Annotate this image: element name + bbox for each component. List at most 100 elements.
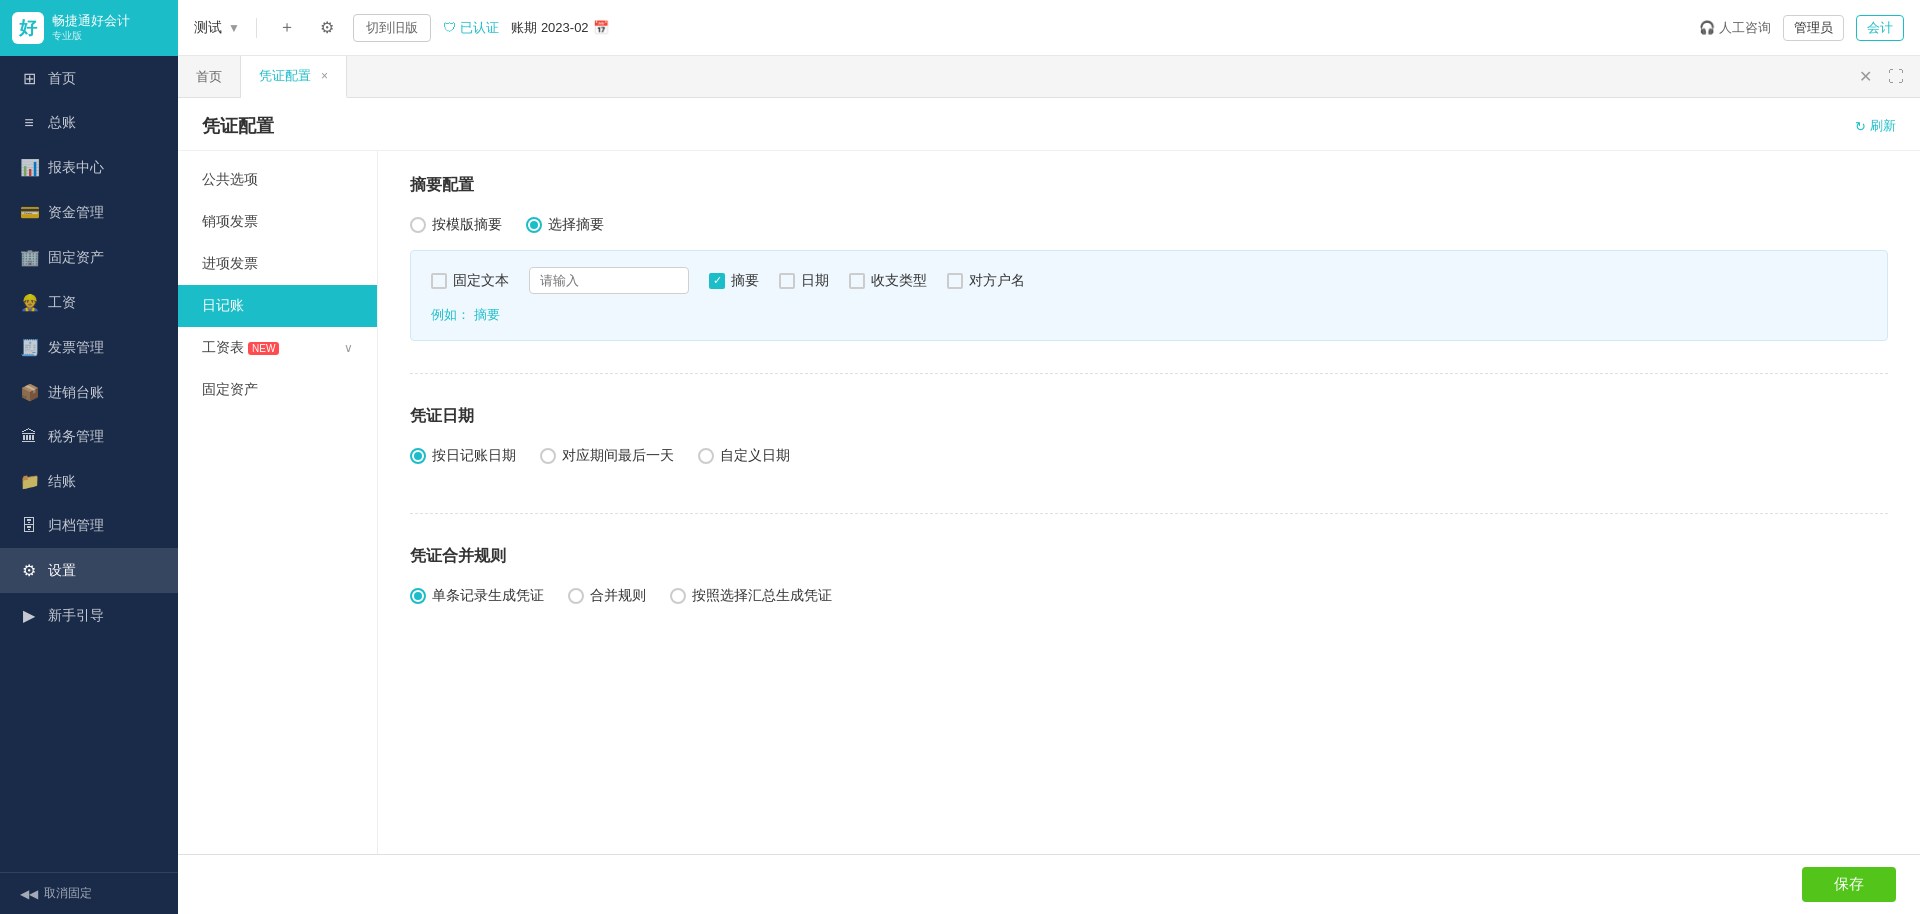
funds-icon: 💳 — [20, 203, 38, 222]
closing-icon: 📁 — [20, 472, 38, 491]
summary-section-title: 摘要配置 — [410, 175, 1888, 196]
sidebar-item-ledger[interactable]: ≡ 总账 — [0, 101, 178, 145]
sidebar-label-reports: 报表中心 — [48, 159, 104, 177]
radio-merge-rule[interactable]: 合并规则 — [568, 587, 646, 605]
left-nav-payroll[interactable]: 工资表 NEW ∨ — [178, 327, 377, 369]
certified-status: 🛡 已认证 — [443, 19, 499, 37]
sidebar-item-home[interactable]: ⊞ 首页 — [0, 56, 178, 101]
merge-radio-group: 单条记录生成凭证 合并规则 按照选择汇总生成凭证 — [410, 587, 1888, 605]
sidebar-item-archive[interactable]: 🗄 归档管理 — [0, 504, 178, 548]
page-title: 凭证配置 — [202, 114, 274, 138]
sidebar-label-invoice-mgmt: 发票管理 — [48, 339, 104, 357]
sidebar-label-archive: 归档管理 — [48, 517, 104, 535]
date-checkbox-label: 日期 — [801, 272, 829, 290]
left-nav-fixed-assets[interactable]: 固定资产 — [178, 369, 377, 411]
archive-icon: 🗄 — [20, 517, 38, 535]
sidebar-item-funds[interactable]: 💳 资金管理 — [0, 190, 178, 235]
left-nav-sales[interactable]: 销项发票 — [178, 201, 377, 243]
sidebar-label-ledger: 总账 — [48, 114, 76, 132]
sidebar-label-tax: 税务管理 — [48, 428, 104, 446]
radio-custom-date[interactable]: 自定义日期 — [698, 447, 790, 465]
left-nav-purchase[interactable]: 进项发票 — [178, 243, 377, 285]
left-nav-payroll-label: 工资表 — [202, 339, 244, 357]
calendar-icon[interactable]: 📅 — [593, 20, 609, 35]
company-dropdown-icon: ▼ — [228, 21, 240, 35]
radio-select-merge-label: 按照选择汇总生成凭证 — [692, 587, 832, 605]
date-section-title: 凭证日期 — [410, 406, 1888, 427]
company-name: 测试 — [194, 19, 222, 37]
main-area: 测试 ▼ ＋ ⚙ 切到旧版 🛡 已认证 账期 2023-02 📅 🎧 人工咨询 … — [178, 0, 1920, 914]
radio-journal-date[interactable]: 按日记账日期 — [410, 447, 516, 465]
tab-home[interactable]: 首页 — [178, 56, 241, 98]
support-button[interactable]: 🎧 人工咨询 — [1699, 19, 1771, 37]
refresh-label: 刷新 — [1870, 117, 1896, 135]
summary-options-box: 固定文本 ✓ 摘要 日期 — [410, 250, 1888, 341]
income-type-label: 收支类型 — [871, 272, 927, 290]
radio-single-record-circle — [410, 588, 426, 604]
sidebar-item-tax[interactable]: 🏛 税务管理 — [0, 415, 178, 459]
fullscreen-button[interactable]: ⛶ — [1884, 64, 1908, 90]
sales-ledger-icon: 📦 — [20, 383, 38, 402]
sidebar-item-settings[interactable]: ⚙ 设置 — [0, 548, 178, 593]
right-content: 摘要配置 按模版摘要 选择摘要 — [378, 151, 1920, 854]
radio-template-circle — [410, 217, 426, 233]
radio-select-merge[interactable]: 按照选择汇总生成凭证 — [670, 587, 832, 605]
close-window-button[interactable]: ✕ — [1855, 63, 1876, 90]
left-nav-fixed-assets-label: 固定资产 — [202, 381, 258, 397]
left-nav-public-label: 公共选项 — [202, 171, 258, 187]
settings-gear-button[interactable]: ⚙ — [313, 14, 341, 42]
left-nav-public[interactable]: 公共选项 — [178, 159, 377, 201]
sidebar: 好 畅捷通好会计 专业版 ⊞ 首页 ≡ 总账 📊 报表中心 💳 资金管理 🏢 固… — [0, 0, 178, 914]
radio-single-record[interactable]: 单条记录生成凭证 — [410, 587, 544, 605]
admin-tag[interactable]: 管理员 — [1783, 15, 1844, 41]
content-body: 公共选项 销项发票 进项发票 日记账 工资表 NEW ∨ 固定资产 — [178, 151, 1920, 854]
payroll-icon: 👷 — [20, 293, 38, 312]
sidebar-item-sales-ledger[interactable]: 📦 进销台账 — [0, 370, 178, 415]
summary-checkbox-label: 摘要 — [731, 272, 759, 290]
sidebar-item-reports[interactable]: 📊 报表中心 — [0, 145, 178, 190]
sidebar-label-settings: 设置 — [48, 562, 76, 580]
sidebar-item-invoice-mgmt[interactable]: 🧾 发票管理 — [0, 325, 178, 370]
date-section: 凭证日期 按日记账日期 对应期间最后一天 自定义日期 — [410, 406, 1888, 514]
fixed-text-label: 固定文本 — [453, 272, 509, 290]
sidebar-item-guide[interactable]: ▶ 新手引导 — [0, 593, 178, 638]
add-button[interactable]: ＋ — [273, 14, 301, 42]
fixed-text-input[interactable] — [529, 267, 689, 294]
sidebar-label-home: 首页 — [48, 70, 76, 88]
sidebar-item-fixed-assets[interactable]: 🏢 固定资产 — [0, 235, 178, 280]
expand-payroll-icon: ∨ — [344, 341, 353, 355]
radio-period-last[interactable]: 对应期间最后一天 — [540, 447, 674, 465]
period-value: 2023-02 — [541, 20, 589, 35]
tab-close-button[interactable]: × — [321, 69, 328, 83]
home-icon: ⊞ — [20, 69, 38, 88]
save-button[interactable]: 保存 — [1802, 867, 1896, 902]
period-text: 账期 — [511, 19, 537, 37]
checkbox-summary[interactable]: ✓ 摘要 — [709, 272, 759, 290]
refresh-button[interactable]: ↻ 刷新 — [1855, 117, 1896, 135]
checkbox-income-type[interactable]: 收支类型 — [849, 272, 927, 290]
radio-template-summary[interactable]: 按模版摘要 — [410, 216, 502, 234]
new-badge: NEW — [248, 342, 279, 355]
switch-old-version-button[interactable]: 切到旧版 — [353, 14, 431, 42]
checkbox-date[interactable]: 日期 — [779, 272, 829, 290]
radio-select-merge-circle — [670, 588, 686, 604]
radio-select-circle — [526, 217, 542, 233]
sidebar-item-closing[interactable]: 📁 结账 — [0, 459, 178, 504]
company-selector[interactable]: 测试 ▼ — [194, 19, 240, 37]
income-type-checkbox — [849, 273, 865, 289]
sidebar-label-sales-ledger: 进销台账 — [48, 384, 104, 402]
tab-voucher-config[interactable]: 凭证配置 × — [241, 56, 347, 98]
sidebar-item-payroll[interactable]: 👷 工资 — [0, 280, 178, 325]
accountant-tag[interactable]: 会计 — [1856, 15, 1904, 41]
left-nav-journal-label: 日记账 — [202, 297, 244, 313]
left-nav-journal[interactable]: 日记账 — [178, 285, 377, 327]
date-checkbox — [779, 273, 795, 289]
radio-period-last-circle — [540, 448, 556, 464]
checkbox-fixed-text[interactable]: 固定文本 — [431, 272, 509, 290]
date-radio-group: 按日记账日期 对应期间最后一天 自定义日期 — [410, 447, 1888, 465]
checkbox-counterpart[interactable]: 对方户名 — [947, 272, 1025, 290]
sidebar-footer[interactable]: ◀◀ 取消固定 — [0, 872, 178, 914]
radio-select-summary[interactable]: 选择摘要 — [526, 216, 604, 234]
tab-voucher-config-label: 凭证配置 — [259, 67, 311, 85]
period-display: 账期 2023-02 📅 — [511, 19, 609, 37]
